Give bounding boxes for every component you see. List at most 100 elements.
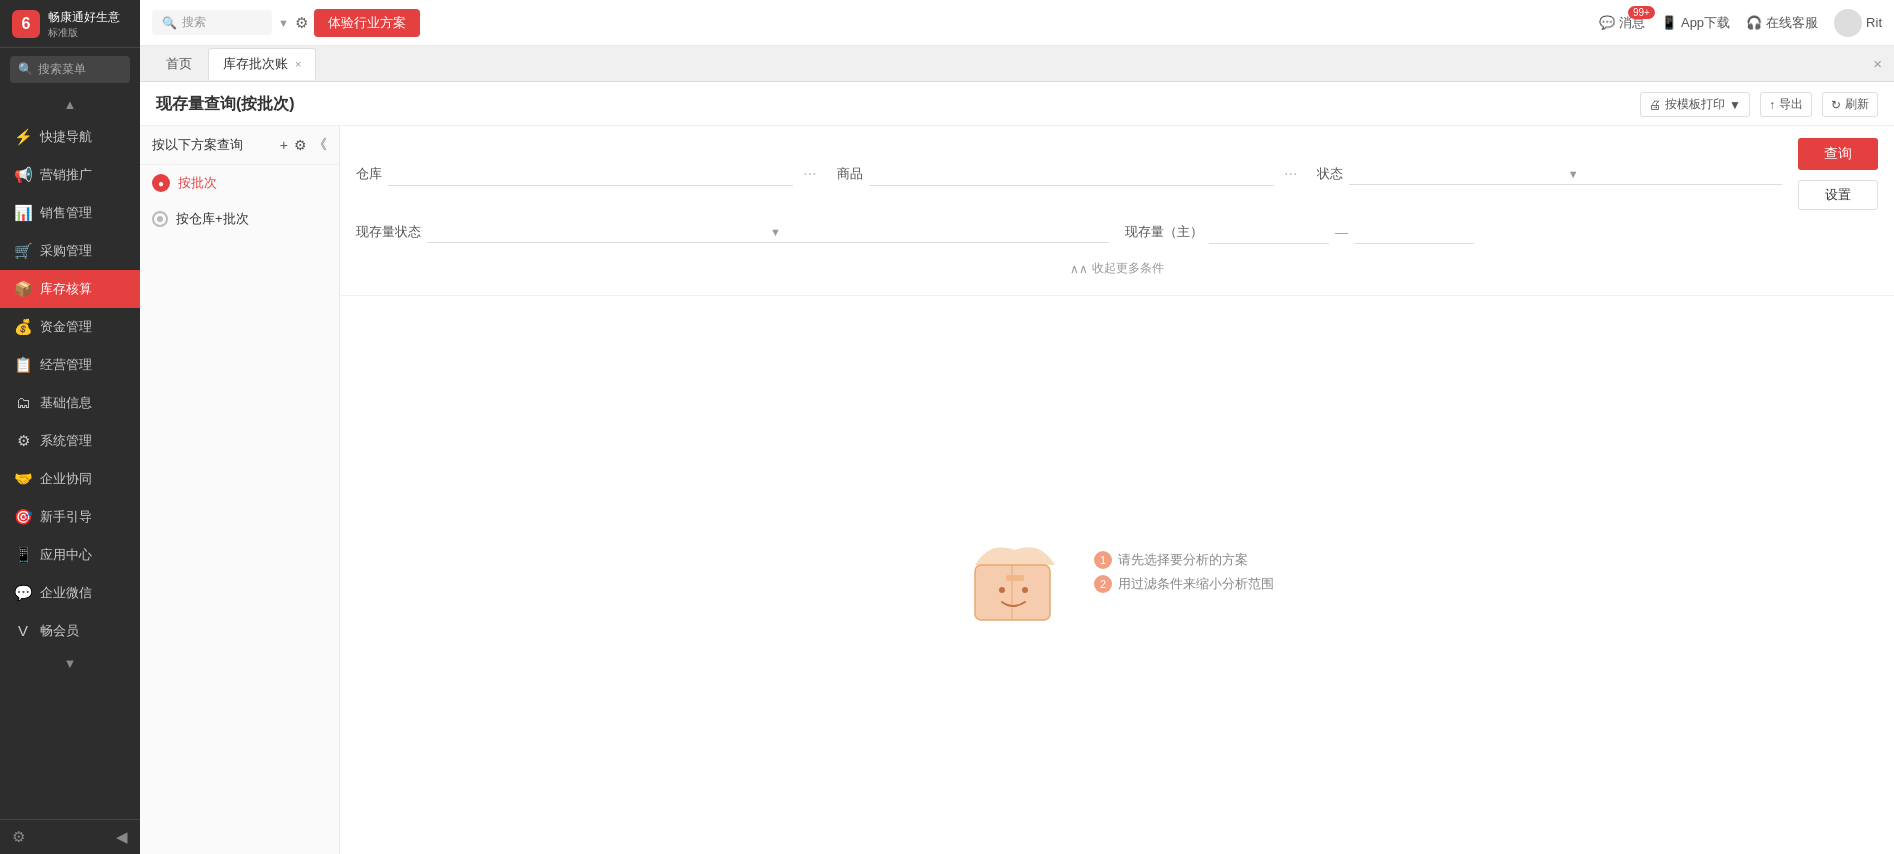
product-more-icon[interactable]: ··· [1280,165,1301,183]
status-select[interactable]: ▼ [1349,164,1782,185]
topbar: 🔍 搜索 ▼ ⚙ 体验行业方案 💬 消息 99+ 📱 App下载 🎧 在线客服 [140,0,1894,46]
left-panel-header: 按以下方案查询 + ⚙ 《 [140,126,339,165]
page-actions: 🖨 按模板打印 ▼ ↑ 导出 ↻ 刷新 [1640,92,1878,117]
product-input[interactable] [869,162,1274,186]
plan-settings-icon[interactable]: ⚙ [294,137,307,153]
scroll-down-btn[interactable]: ▼ [0,650,140,677]
refresh-btn[interactable]: ↻ 刷新 [1822,92,1878,117]
topbar-search-icon: 🔍 [162,16,177,30]
status-dropdown-icon: ▼ [1568,168,1776,180]
empty-state: 1 请先选择要分析的方案 2 用过滤条件来缩小分析范围 [960,520,1274,630]
stock-qty-filter: 现存量（主） — [1125,220,1878,244]
sidebar-logo: 6 [12,10,40,38]
sidebar-header: 6 畅康通好生意 标准版 [0,0,140,48]
plan-item-batch[interactable]: ● 按批次 [140,165,339,201]
right-panel: 仓库 ··· 商品 ··· 状态 ▼ [340,126,1894,854]
warehouse-more-icon[interactable]: ··· [799,165,820,183]
app-download-icon: 📱 [1661,15,1677,30]
query-button[interactable]: 查询 [1798,138,1878,170]
stock-status-select[interactable]: ▼ [427,222,1109,243]
quick-nav-icon: ⚡ [14,128,32,146]
tab-home[interactable]: 首页 [152,49,206,79]
sidebar-item-basic[interactable]: 🗂 基础信息 [0,384,140,422]
topbar-chevron-icon[interactable]: ▼ [278,17,289,29]
tab-close-icon[interactable]: × [295,58,301,70]
sidebar-item-system[interactable]: ⚙ 系统管理 [0,422,140,460]
sidebar-brand-text: 畅康通好生意 标准版 [48,10,120,39]
filter-row-1: 仓库 ··· 商品 ··· 状态 ▼ [356,138,1878,210]
stock-qty-min-input[interactable] [1209,220,1329,244]
sidebar-item-enterprise[interactable]: 🤝 企业协同 [0,460,140,498]
main-content: 🔍 搜索 ▼ ⚙ 体验行业方案 💬 消息 99+ 📱 App下载 🎧 在线客服 [140,0,1894,854]
product-filter: 商品 ··· [837,162,1302,186]
topbar-search-box[interactable]: 🔍 搜索 [152,10,272,35]
topbar-right: 💬 消息 99+ 📱 App下载 🎧 在线客服 Rit [1599,9,1882,37]
plan-active-dot: ● [152,174,170,192]
sidebar-item-sales[interactable]: 📊 销售管理 [0,194,140,232]
collapse-panel-icon[interactable]: 《 [313,136,327,154]
refresh-icon: ↻ [1831,98,1841,112]
sidebar-item-inventory[interactable]: 📦 库存核算 [0,270,140,308]
trial-button[interactable]: 体验行业方案 [314,9,420,37]
wechat-icon: 💬 [14,584,32,602]
plan-item-warehouse-batch[interactable]: 按仓库+批次 [140,201,339,237]
page-title: 现存量查询(按批次) [156,94,295,115]
marketing-icon: 📢 [14,166,32,184]
sidebar-item-finance[interactable]: 💰 资金管理 [0,308,140,346]
export-btn[interactable]: ↑ 导出 [1760,92,1812,117]
basic-icon: 🗂 [14,394,32,411]
operation-icon: 📋 [14,356,32,374]
sidebar-item-wechat[interactable]: 💬 企业微信 [0,574,140,612]
filter-row-2: 现存量状态 ▼ 现存量（主） — [356,220,1878,244]
user-avatar-btn[interactable]: Rit [1834,9,1882,37]
left-panel-icons: + ⚙ 《 [280,136,327,154]
add-plan-icon[interactable]: + [280,137,288,153]
svg-rect-3 [1006,575,1024,581]
sidebar-search[interactable]: 🔍 搜索菜单 [10,56,130,83]
finance-icon: 💰 [14,318,32,336]
print-btn[interactable]: 🖨 按模板打印 ▼ [1640,92,1750,117]
sidebar-item-purchase[interactable]: 🛒 采购管理 [0,232,140,270]
sidebar-item-quick-nav[interactable]: ⚡ 快捷导航 [0,118,140,156]
warehouse-input[interactable] [388,162,793,186]
stock-status-filter: 现存量状态 ▼ [356,222,1109,243]
status-filter: 状态 ▼ [1317,164,1782,185]
export-icon: ↑ [1769,98,1775,112]
settings-footer-icon[interactable]: ⚙ [12,828,25,846]
app-download-btn[interactable]: 📱 App下载 [1661,14,1730,32]
stock-qty-max-input[interactable] [1354,220,1474,244]
inventory-icon: 📦 [14,280,32,298]
sidebar-item-operation[interactable]: 📋 经营管理 [0,346,140,384]
sidebar-item-marketing[interactable]: 📢 营销推广 [0,156,140,194]
sidebar: 6 畅康通好生意 标准版 🔍 搜索菜单 ▲ ⚡ 快捷导航 📢 营销推广 📊 销售… [0,0,140,854]
sidebar-footer: ⚙ ◀ [0,819,140,854]
collapse-sidebar-icon[interactable]: ◀ [116,828,128,846]
collapse-more-btn[interactable]: ∧∧ 收起更多条件 [356,254,1878,283]
messages-btn[interactable]: 💬 消息 99+ [1599,14,1645,32]
page-header: 现存量查询(按批次) 🖨 按模板打印 ▼ ↑ 导出 ↻ 刷新 [140,82,1894,126]
tab-panel-close-btn[interactable]: × [1873,55,1882,72]
scroll-up-btn[interactable]: ▲ [0,91,140,118]
empty-tips: 1 请先选择要分析的方案 2 用过滤条件来缩小分析范围 [1094,551,1274,599]
sidebar-item-app[interactable]: 📱 应用中心 [0,536,140,574]
svg-point-5 [1022,587,1028,593]
online-service-btn[interactable]: 🎧 在线客服 [1746,14,1818,32]
tab-inventory-batch[interactable]: 库存批次账 × [208,48,316,80]
empty-illustration [960,520,1070,630]
plan-inactive-dot [152,211,168,227]
settings-button[interactable]: 设置 [1798,180,1878,210]
print-dropdown-icon[interactable]: ▼ [1729,98,1741,112]
newbie-icon: 🎯 [14,508,32,526]
sidebar-item-vip[interactable]: V 畅会员 [0,612,140,650]
print-icon: 🖨 [1649,98,1661,112]
message-icon: 💬 [1599,15,1615,30]
purchase-icon: 🛒 [14,242,32,260]
sidebar-item-newbie[interactable]: 🎯 新手引导 [0,498,140,536]
content-area: 按以下方案查询 + ⚙ 《 ● 按批次 按仓库+批次 [140,126,1894,854]
topbar-gear-icon[interactable]: ⚙ [295,14,308,32]
messages-badge: 99+ [1628,6,1655,19]
filter-area: 仓库 ··· 商品 ··· 状态 ▼ [340,126,1894,296]
left-panel: 按以下方案查询 + ⚙ 《 ● 按批次 按仓库+批次 [140,126,340,854]
vip-icon: V [14,622,32,639]
topbar-left: 🔍 搜索 ▼ ⚙ 体验行业方案 [152,9,1591,37]
